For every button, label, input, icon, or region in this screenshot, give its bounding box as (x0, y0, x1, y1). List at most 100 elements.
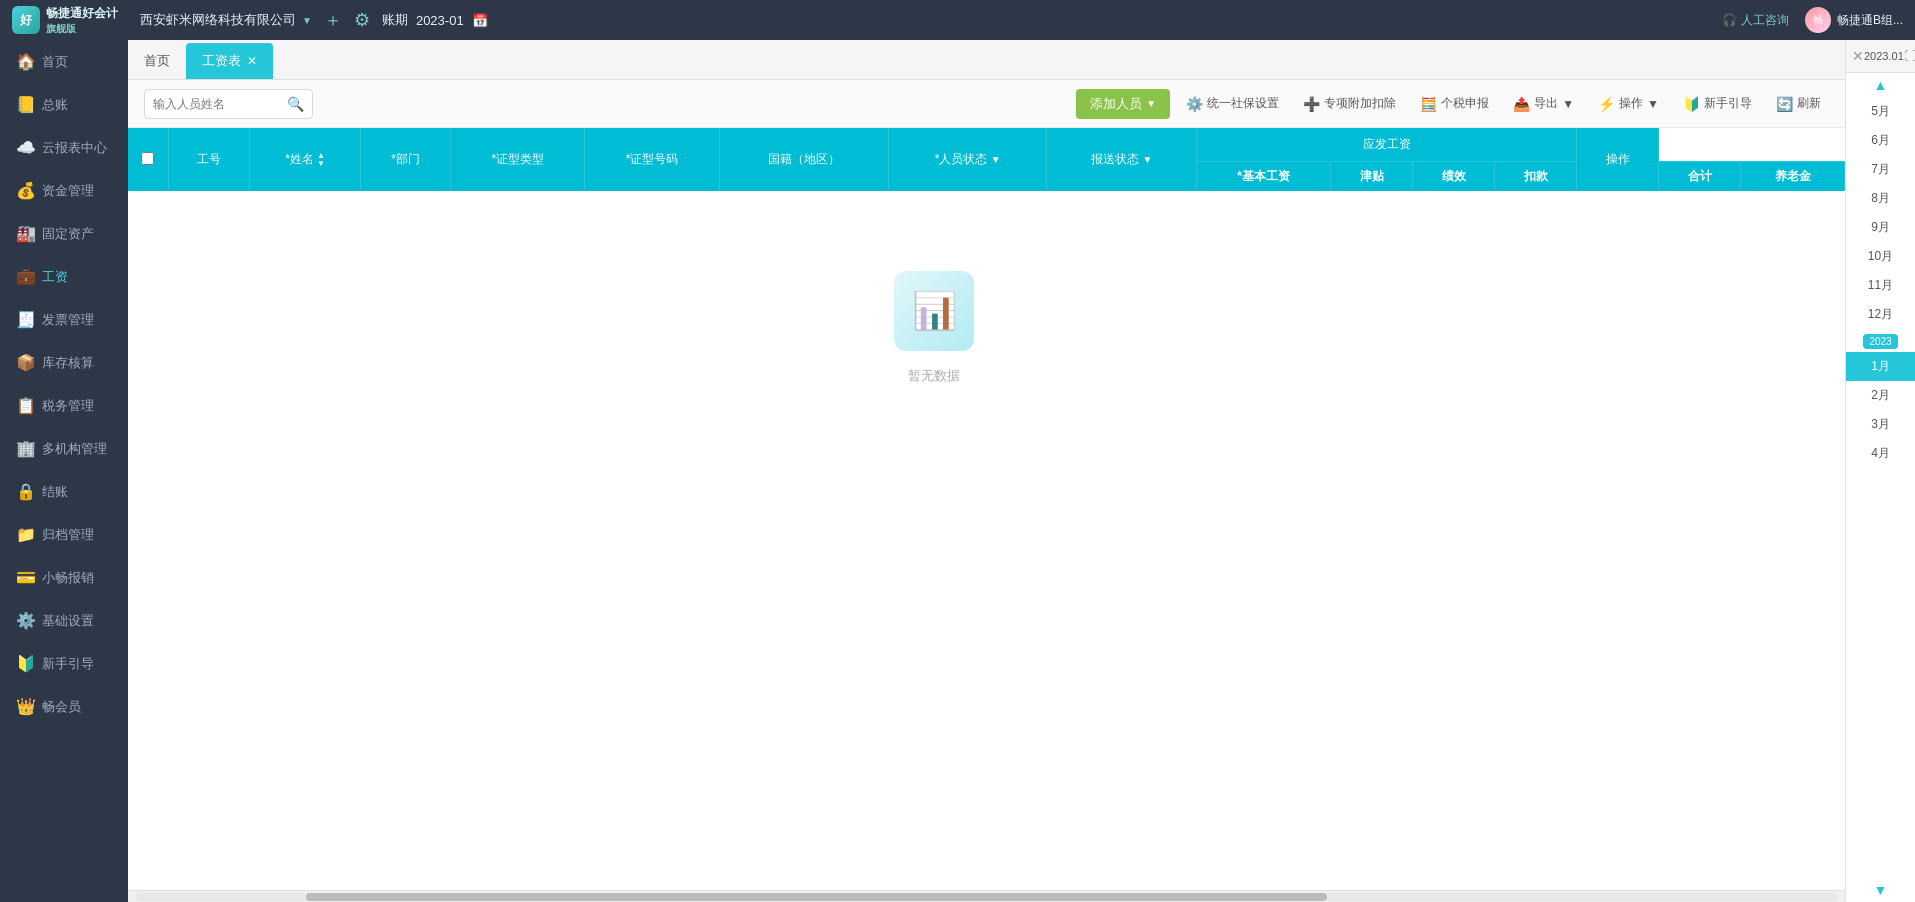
company-selector[interactable]: 西安虾米网络科技有限公司 ▼ (140, 11, 312, 29)
date-item-5[interactable]: 5月 (1846, 97, 1915, 126)
sidebar-item-home[interactable]: 🏠 首页 (0, 40, 128, 83)
guide-action[interactable]: 🔰 新手引导 (1675, 91, 1760, 116)
panel-expand-icon[interactable]: ⛶ (1904, 49, 1915, 63)
user-info[interactable]: 畅 畅捷通B组... (1805, 7, 1903, 33)
date-scroll-down[interactable]: ▼ (1846, 878, 1915, 902)
date-item-12[interactable]: 12月 (1846, 300, 1915, 329)
status-filter-icon[interactable]: ▼ (991, 154, 1001, 165)
date-item-9[interactable]: 9月 (1846, 213, 1915, 242)
tab-close-icon[interactable]: ✕ (247, 54, 257, 68)
export-action[interactable]: 📤 导出 ▼ (1505, 91, 1582, 116)
org-icon: 🏢 (16, 439, 34, 458)
date-item-7[interactable]: 7月 (1846, 155, 1915, 184)
date-item-2023-1[interactable]: 1月 (1846, 352, 1915, 381)
th-report-status[interactable]: 报送状态 ▼ (1047, 128, 1197, 191)
dropdown-arrow-icon: ▼ (1146, 98, 1156, 109)
search-input[interactable] (153, 97, 283, 111)
calendar-icon[interactable]: 📅 (472, 13, 488, 28)
tab-home[interactable]: 首页 (128, 43, 186, 79)
period-label: 账期 (382, 11, 408, 29)
tab-bar: 首页 工资表 ✕ (128, 40, 1845, 80)
expense-icon: 💳 (16, 568, 34, 587)
settings-nav-icon: ⚙️ (16, 611, 34, 630)
sidebar-item-member[interactable]: 👑 畅会员 (0, 685, 128, 728)
sidebar-item-label: 畅会员 (42, 698, 81, 716)
date-item-6[interactable]: 6月 (1846, 126, 1915, 155)
sidebar-item-label: 资金管理 (42, 182, 94, 200)
sidebar: 🏠 首页 📒 总账 ☁️ 云报表中心 💰 资金管理 🏭 固定资产 💼 工资 🧾 … (0, 40, 128, 902)
sidebar-item-guide[interactable]: 🔰 新手引导 (0, 642, 128, 685)
scroll-track[interactable] (136, 893, 1837, 901)
tab-payroll[interactable]: 工资表 ✕ (186, 43, 273, 79)
plus-icon: ➕ (1303, 96, 1320, 112)
panel-close-icon[interactable]: ✕ (1852, 48, 1864, 64)
member-icon: 👑 (16, 697, 34, 716)
th-operations: 操作 (1577, 128, 1659, 191)
th-checkbox[interactable] (128, 128, 168, 191)
date-list: 5月 6月 7月 8月 9月 10月 11月 12月 2023 1月 2月 3月… (1846, 97, 1915, 878)
support-button[interactable]: 🎧 人工咨询 (1722, 12, 1789, 29)
payroll-table: 工号 *姓名 ▲▼ *部门 *证型类型 *证型号码 国籍 (128, 128, 1845, 465)
main-layout: 🏠 首页 📒 总账 ☁️ 云报表中心 💰 资金管理 🏭 固定资产 💼 工资 🧾 … (0, 40, 1915, 902)
special-deduction-action[interactable]: ➕ 专项附加扣除 (1295, 91, 1404, 116)
cloud-icon: ☁️ (16, 138, 34, 157)
sidebar-item-inventory[interactable]: 📦 库存核算 (0, 341, 128, 384)
sidebar-item-fund[interactable]: 💰 资金管理 (0, 169, 128, 212)
date-item-11[interactable]: 11月 (1846, 271, 1915, 300)
special-deduction-label: 专项附加扣除 (1324, 95, 1396, 112)
chevron-down-icon: ▼ (302, 15, 312, 26)
search-input-wrap[interactable]: 🔍 (144, 89, 313, 119)
th-name[interactable]: *姓名 ▲▼ (250, 128, 360, 191)
th-employee-id: 工号 (168, 128, 250, 191)
th-pension: 养老金 (1741, 162, 1845, 192)
th-payable-wage-group: 应发工资 (1197, 128, 1577, 162)
support-label: 人工咨询 (1741, 12, 1789, 29)
date-item-2023-2[interactable]: 2月 (1846, 381, 1915, 410)
bottom-scrollbar[interactable] (128, 890, 1845, 902)
operations-action[interactable]: ⚡ 操作 ▼ (1590, 91, 1667, 116)
logo-icon: 好 (12, 6, 40, 34)
empty-icon (894, 271, 974, 351)
add-person-button[interactable]: 添加人员 ▼ (1076, 89, 1170, 119)
logo-text: 畅捷通好会计 (46, 5, 118, 22)
social-insurance-action[interactable]: ⚙️ 统一社保设置 (1178, 91, 1287, 116)
sidebar-item-fixed-assets[interactable]: 🏭 固定资产 (0, 212, 128, 255)
sidebar-item-close-period[interactable]: 🔒 结账 (0, 470, 128, 513)
sidebar-item-expense[interactable]: 💳 小畅报销 (0, 556, 128, 599)
factory-icon: 🏭 (16, 224, 34, 243)
ledger-icon: 📒 (16, 95, 34, 114)
date-scroll-up[interactable]: ▲ (1846, 73, 1915, 97)
date-item-10[interactable]: 10月 (1846, 242, 1915, 271)
select-all-checkbox[interactable] (141, 152, 154, 165)
sidebar-item-cloud-report[interactable]: ☁️ 云报表中心 (0, 126, 128, 169)
period-value: 2023-01 (416, 13, 464, 28)
empty-state: 暂无数据 (128, 191, 1741, 465)
sidebar-item-ledger[interactable]: 📒 总账 (0, 83, 128, 126)
settings-icon[interactable]: ⚙ (354, 9, 370, 31)
sidebar-item-archive[interactable]: 📁 归档管理 (0, 513, 128, 556)
date-item-2023-4[interactable]: 4月 (1846, 439, 1915, 468)
table-container: 工号 *姓名 ▲▼ *部门 *证型类型 *证型号码 国籍 (128, 128, 1845, 890)
report-filter-icon[interactable]: ▼ (1142, 154, 1152, 165)
sidebar-item-label: 新手引导 (42, 655, 94, 673)
th-performance: 绩效 (1413, 162, 1495, 192)
tax-declaration-action[interactable]: 🧮 个税申报 (1412, 91, 1497, 116)
sidebar-item-tax[interactable]: 📋 税务管理 (0, 384, 128, 427)
sidebar-item-invoice[interactable]: 🧾 发票管理 (0, 298, 128, 341)
sidebar-item-payroll[interactable]: 💼 工资 (0, 255, 128, 298)
scroll-thumb[interactable] (306, 893, 1327, 901)
date-item-8[interactable]: 8月 (1846, 184, 1915, 213)
th-status[interactable]: *人员状态 ▼ (889, 128, 1047, 191)
inventory-icon: 📦 (16, 353, 34, 372)
header-right: 🎧 人工咨询 畅 畅捷通B组... (1722, 7, 1903, 33)
date-item-2023-3[interactable]: 3月 (1846, 410, 1915, 439)
refresh-action[interactable]: 🔄 刷新 (1768, 91, 1829, 116)
user-label: 畅捷通B组... (1837, 12, 1903, 29)
sidebar-item-settings[interactable]: ⚙️ 基础设置 (0, 599, 128, 642)
add-icon[interactable]: ＋ (324, 8, 342, 32)
social-insurance-label: 统一社保设置 (1207, 95, 1279, 112)
sidebar-item-multi-org[interactable]: 🏢 多机构管理 (0, 427, 128, 470)
year-2023-tag: 2023 (1863, 334, 1897, 349)
sidebar-item-label: 基础设置 (42, 612, 94, 630)
sidebar-item-label: 多机构管理 (42, 440, 107, 458)
